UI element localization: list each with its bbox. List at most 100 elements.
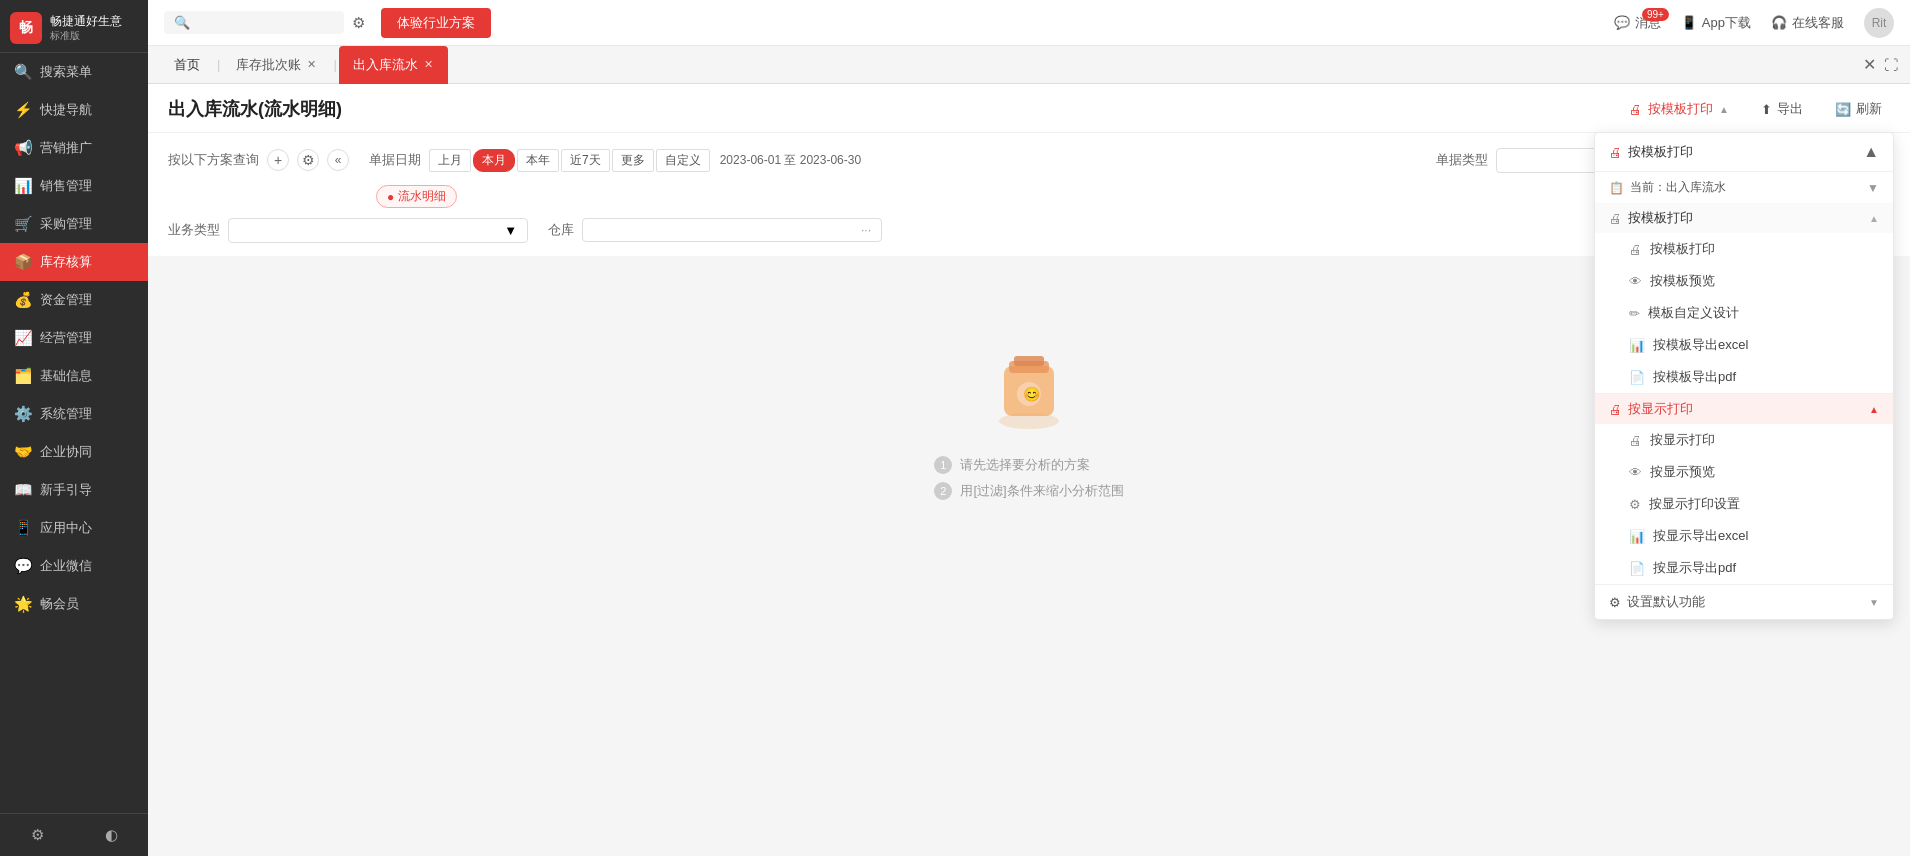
sidebar-item-guide[interactable]: 📖 新手引导 xyxy=(0,471,148,509)
display-print-icon: 🖨 xyxy=(1629,433,1642,448)
svg-text:😊: 😊 xyxy=(1023,386,1041,403)
page-header-actions: 🖨 按模板打印 ▲ ⬆ 导出 🔄 刷新 xyxy=(1621,96,1890,132)
sidebar-item-basic[interactable]: 🗂️ 基础信息 xyxy=(0,357,148,395)
empty-step-1: 1 请先选择要分析的方案 xyxy=(934,456,1123,474)
main-area: 🔍 ⚙ 体验行业方案 💬 消息 99+ 📱 App下载 🎧 在线客服 Rit xyxy=(148,0,1910,856)
page-content: 出入库流水(流水明细) 🖨 按模板打印 ▲ ⬆ 导出 🔄 刷新 xyxy=(148,84,1910,856)
template-print-item[interactable]: 🖨 按模板打印 xyxy=(1595,233,1893,265)
template-print-icon: 🖨 xyxy=(1629,242,1642,257)
date-current-year[interactable]: 本年 xyxy=(517,149,559,172)
warehouse-field: 仓库 ··· xyxy=(548,218,882,242)
refresh-button[interactable]: 🔄 刷新 xyxy=(1827,96,1890,122)
template-section-icon: 🖨 xyxy=(1609,211,1622,226)
sidebar-item-quicknav[interactable]: ⚡ 快捷导航 xyxy=(0,91,148,129)
tab-bar: 首页 | 库存批次账 ✕ | 出入库流水 ✕ ✕ ⛶ xyxy=(148,46,1910,84)
dropdown-up-icon[interactable]: ▲ xyxy=(1863,143,1879,161)
pdf-icon: 📄 xyxy=(1629,370,1645,385)
tab-batch[interactable]: 库存批次账 ✕ xyxy=(222,46,331,84)
biz-type-chevron: ▼ xyxy=(504,223,517,238)
box-icon: 📦 xyxy=(14,253,32,271)
tab-home[interactable]: 首页 xyxy=(160,46,215,84)
topbar: 🔍 ⚙ 体验行业方案 💬 消息 99+ 📱 App下载 🎧 在线客服 Rit xyxy=(148,0,1910,46)
tab-flow[interactable]: 出入库流水 ✕ xyxy=(339,46,448,84)
sidebar-item-wechat[interactable]: 💬 企业微信 xyxy=(0,547,148,585)
filter-settings-button[interactable]: ⚙ xyxy=(297,149,319,171)
user-avatar[interactable]: Rit xyxy=(1864,8,1894,38)
display-print-settings-item[interactable]: ⚙ 按显示打印设置 xyxy=(1595,488,1893,520)
filter-tag-flow-detail[interactable]: ● 流水明细 xyxy=(376,185,457,208)
print-dropdown-button[interactable]: 🖨 按模板打印 ▲ xyxy=(1621,96,1737,122)
wechat-icon: 💬 xyxy=(14,557,32,575)
biz-type-select[interactable]: ▼ xyxy=(228,218,528,243)
sidebar: 畅 畅捷通好生意 标准版 🔍 搜索菜单 ⚡ 快捷导航 📢 营销推广 📊 销售管理… xyxy=(0,0,148,856)
template-section-chevron: ▲ xyxy=(1869,213,1879,224)
print-area: 🖨 按模板打印 ▲ xyxy=(1621,96,1737,122)
display-print-item[interactable]: 🖨 按显示打印 xyxy=(1595,424,1893,456)
date-more[interactable]: 更多 xyxy=(612,149,654,172)
display-preview-item[interactable]: 👁 按显示预览 xyxy=(1595,456,1893,488)
topbar-gear-icon[interactable]: ⚙ xyxy=(352,14,365,32)
sidebar-nav: 🔍 搜索菜单 ⚡ 快捷导航 📢 营销推广 📊 销售管理 🛒 采购管理 📦 库存核… xyxy=(0,53,148,813)
label-icon: 📋 xyxy=(1609,181,1624,195)
sidebar-item-appcenter[interactable]: 📱 应用中心 xyxy=(0,509,148,547)
sidebar-item-finance[interactable]: 💰 资金管理 xyxy=(0,281,148,319)
solution-button[interactable]: 体验行业方案 xyxy=(381,8,491,38)
warehouse-select[interactable]: ··· xyxy=(582,218,882,242)
date-current-month[interactable]: 本月 xyxy=(473,149,515,172)
window-close-icon[interactable]: ✕ xyxy=(1863,55,1876,74)
sidebar-item-sales[interactable]: 📊 销售管理 xyxy=(0,167,148,205)
display-settings-icon: ⚙ xyxy=(1629,497,1641,512)
empty-icon: 😊 xyxy=(979,336,1079,436)
template-export-pdf-item[interactable]: 📄 按模板导出pdf xyxy=(1595,361,1893,393)
sidebar-item-search[interactable]: 🔍 搜索菜单 xyxy=(0,53,148,91)
biz-type-label: 业务类型 xyxy=(168,221,220,239)
settings-icon[interactable]: ⚙ xyxy=(27,822,48,848)
date-last-month[interactable]: 上月 xyxy=(429,149,471,172)
search-input[interactable] xyxy=(195,16,334,30)
cart-icon: 🛒 xyxy=(14,215,32,233)
download-icon: 📱 xyxy=(1681,15,1697,30)
export-button[interactable]: ⬆ 导出 xyxy=(1753,96,1811,122)
current-chevron-down: ▼ xyxy=(1867,181,1879,195)
help-icon[interactable]: ◐ xyxy=(101,822,122,848)
template-preview-item[interactable]: 👁 按模板预览 xyxy=(1595,265,1893,297)
tab-close-batch[interactable]: ✕ xyxy=(307,58,316,71)
sidebar-item-operations[interactable]: 📈 经营管理 xyxy=(0,319,148,357)
sidebar-bottom: ⚙ ◐ xyxy=(0,813,148,856)
template-custom-item[interactable]: ✏ 模板自定义设计 xyxy=(1595,297,1893,329)
app-download-button[interactable]: 📱 App下载 xyxy=(1681,14,1751,32)
template-export-excel-item[interactable]: 📊 按模板导出excel xyxy=(1595,329,1893,361)
display-pdf-icon: 📄 xyxy=(1629,561,1645,576)
display-export-excel-item[interactable]: 📊 按显示导出excel xyxy=(1595,520,1893,552)
sidebar-item-inventory[interactable]: 📦 库存核算 xyxy=(0,243,148,281)
display-section-header[interactable]: 🖨 按显示打印 ▲ xyxy=(1595,394,1893,424)
topbar-search-box[interactable]: 🔍 xyxy=(164,11,344,34)
display-excel-icon: 📊 xyxy=(1629,529,1645,544)
chevron-up-icon: ▲ xyxy=(1719,104,1729,115)
sidebar-item-marketing[interactable]: 📢 营销推广 xyxy=(0,129,148,167)
sidebar-item-purchase[interactable]: 🛒 采购管理 xyxy=(0,205,148,243)
tab-close-flow[interactable]: ✕ xyxy=(424,58,433,71)
template-print-section: 🖨 按模板打印 ▲ 🖨 按模板打印 👁 按模板预览 ✏ 模板自定义设计 xyxy=(1595,203,1893,394)
sidebar-item-collab[interactable]: 🤝 企业协同 xyxy=(0,433,148,471)
display-export-pdf-item[interactable]: 📄 按显示导出pdf xyxy=(1595,552,1893,584)
dropdown-footer[interactable]: ⚙ 设置默认功能 ▼ xyxy=(1595,585,1893,619)
filter-collapse-button[interactable]: « xyxy=(327,149,349,171)
filter-add-button[interactable]: + xyxy=(267,149,289,171)
date-last-7-days[interactable]: 近7天 xyxy=(561,149,610,172)
online-service-button[interactable]: 🎧 在线客服 xyxy=(1771,14,1844,32)
date-filter: 上月 本月 本年 近7天 更多 自定义 2023-06-01 至 2023-06… xyxy=(429,149,861,172)
star-icon: 🌟 xyxy=(14,595,32,613)
window-maximize-icon[interactable]: ⛶ xyxy=(1884,57,1898,73)
megaphone-icon: 📢 xyxy=(14,139,32,157)
template-section-header[interactable]: 🖨 按模板打印 ▲ xyxy=(1595,203,1893,233)
sidebar-item-vip[interactable]: 🌟 畅会员 xyxy=(0,585,148,623)
print-dropdown-panel: 🖨 按模板打印 ▲ 📋 当前：出入库流水 ▼ 🖨 按模板打印 ▲ � xyxy=(1594,132,1894,620)
excel-icon: 📊 xyxy=(1629,338,1645,353)
message-button[interactable]: 💬 消息 99+ xyxy=(1614,14,1661,32)
dropdown-header: 🖨 按模板打印 ▲ xyxy=(1595,133,1893,172)
template-custom-icon: ✏ xyxy=(1629,306,1640,321)
date-custom[interactable]: 自定义 xyxy=(656,149,710,172)
query-label: 按以下方案查询 xyxy=(168,151,259,169)
sidebar-item-system[interactable]: ⚙️ 系统管理 xyxy=(0,395,148,433)
